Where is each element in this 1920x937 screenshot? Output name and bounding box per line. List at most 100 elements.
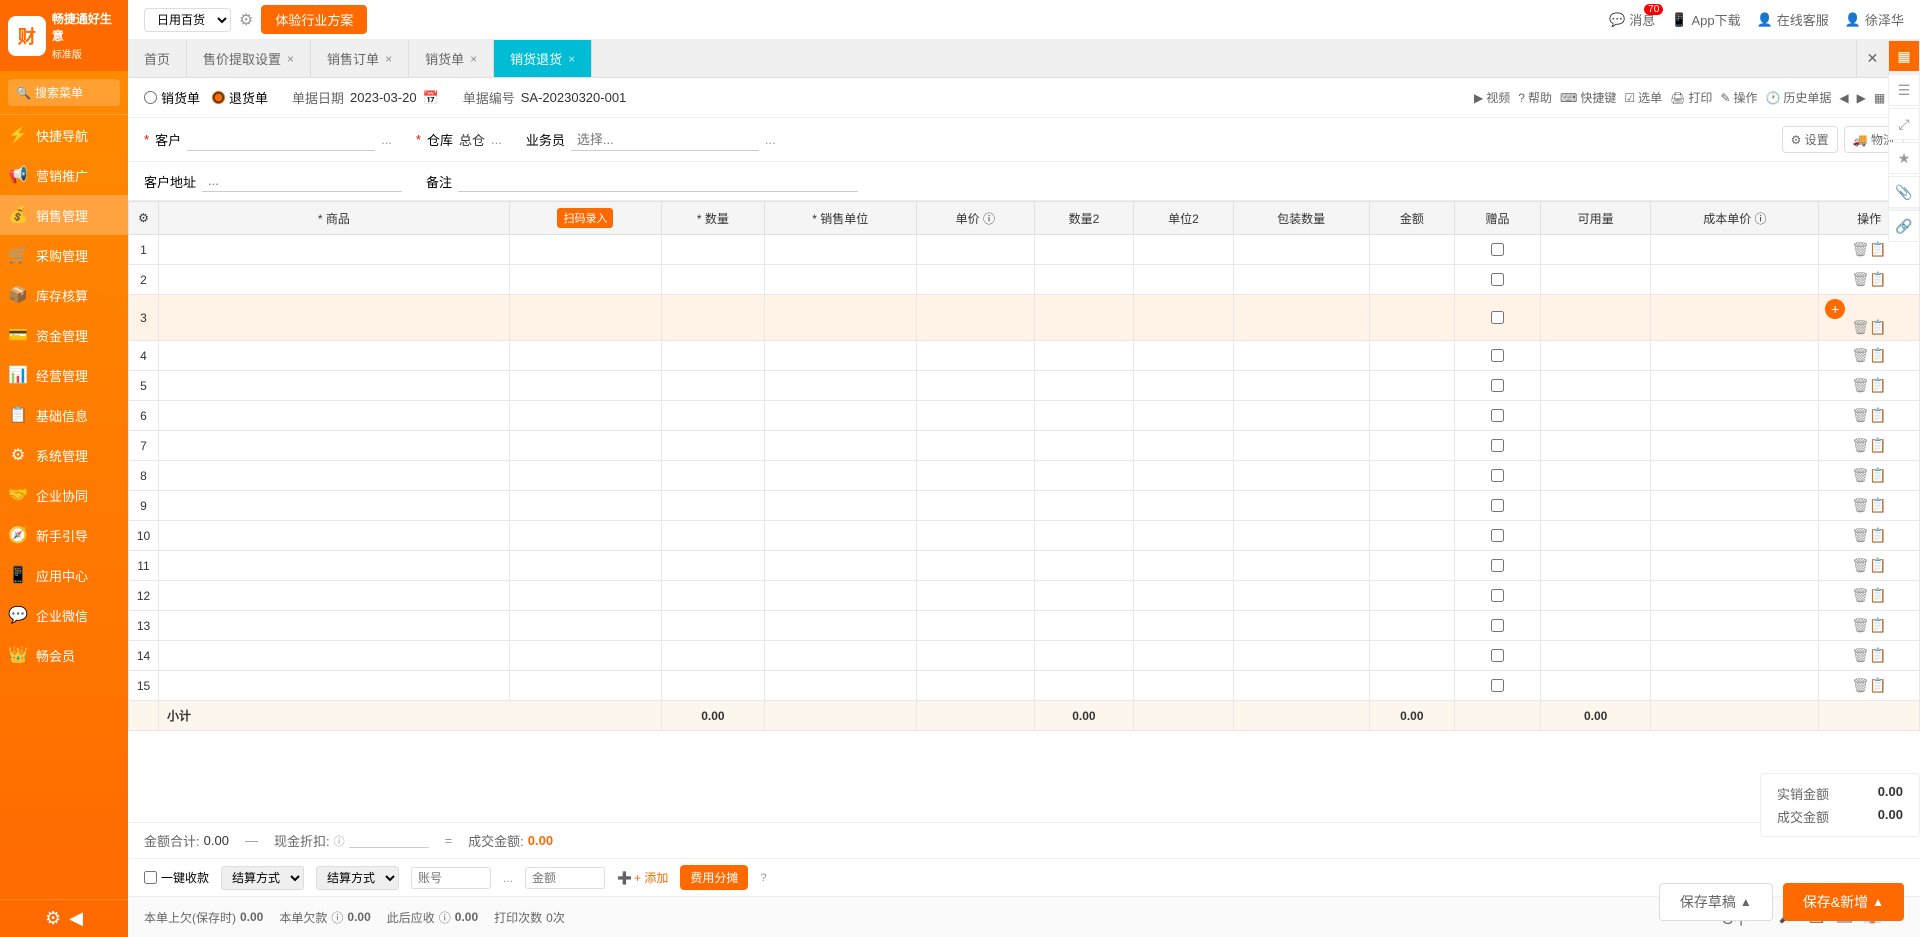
- sidebar-item-marketing[interactable]: 📢营销推广: [0, 155, 128, 195]
- copy-row-btn-10[interactable]: 📋: [1869, 527, 1886, 544]
- qty-cell-7[interactable]: [662, 431, 764, 461]
- unit2-cell-11[interactable]: [1134, 551, 1234, 581]
- unit-cell-4[interactable]: [764, 341, 916, 371]
- header-gear-icon[interactable]: ⚙: [239, 10, 253, 30]
- unit-cell-14[interactable]: [764, 641, 916, 671]
- gift-checkbox-13[interactable]: [1491, 619, 1504, 632]
- copy-row-btn-9[interactable]: 📋: [1869, 497, 1886, 514]
- right-sidebar-table-view[interactable]: ▦: [1888, 40, 1920, 72]
- copy-row-btn-2[interactable]: 📋: [1869, 271, 1886, 288]
- gift-cell-9[interactable]: [1455, 491, 1541, 521]
- copy-row-btn-12[interactable]: 📋: [1869, 587, 1886, 604]
- col-costprice-header[interactable]: 成本单价 ⓘ: [1651, 202, 1819, 235]
- delete-row-btn-6[interactable]: 🗑: [1852, 407, 1870, 424]
- packqty-cell-7[interactable]: [1233, 431, 1369, 461]
- product-cell-13[interactable]: [159, 611, 510, 641]
- shortcut-btn[interactable]: ⌨ 快捷键: [1560, 89, 1616, 106]
- payment-method-select[interactable]: 结算方式: [221, 866, 304, 890]
- sidebar-item-purchase[interactable]: 🛒采购管理: [0, 235, 128, 275]
- packqty-cell-11[interactable]: [1233, 551, 1369, 581]
- account-select-btn[interactable]: ...: [503, 871, 513, 885]
- gift-cell-10[interactable]: [1455, 521, 1541, 551]
- product-input-3[interactable]: [165, 311, 503, 325]
- col-product-header[interactable]: * 商品: [159, 202, 510, 235]
- packqty-cell-1[interactable]: [1233, 235, 1369, 265]
- qty2-cell-10[interactable]: [1034, 521, 1134, 551]
- qty-cell-1[interactable]: [662, 235, 764, 265]
- amount-input[interactable]: [525, 867, 605, 889]
- nav-prev-btn[interactable]: ◀: [1839, 91, 1848, 105]
- unit2-cell-14[interactable]: [1134, 641, 1234, 671]
- price-cell-6[interactable]: [917, 401, 1035, 431]
- delete-row-btn-11[interactable]: 🗑: [1852, 557, 1870, 574]
- calendar-icon[interactable]: 📅: [423, 90, 439, 106]
- unit-cell-6[interactable]: [764, 401, 916, 431]
- amount-cell-5[interactable]: [1369, 371, 1455, 401]
- right-sidebar-link[interactable]: 🔗: [1888, 210, 1920, 242]
- gift-checkbox-1[interactable]: [1491, 243, 1504, 256]
- unit-cell-9[interactable]: [764, 491, 916, 521]
- gift-checkbox-9[interactable]: [1491, 499, 1504, 512]
- delete-row-btn-15[interactable]: 🗑: [1852, 677, 1870, 694]
- copy-row-btn-6[interactable]: 📋: [1869, 407, 1886, 424]
- packqty-cell-2[interactable]: [1233, 265, 1369, 295]
- right-sidebar-star[interactable]: ★: [1888, 142, 1920, 174]
- gift-checkbox-12[interactable]: [1491, 589, 1504, 602]
- amount-cell-7[interactable]: [1369, 431, 1455, 461]
- gift-cell-7[interactable]: [1455, 431, 1541, 461]
- customer-input[interactable]: [187, 129, 375, 151]
- price-cell-15[interactable]: [917, 671, 1035, 701]
- available-cell-14[interactable]: [1540, 641, 1651, 671]
- available-cell-8[interactable]: [1540, 461, 1651, 491]
- qty2-cell-13[interactable]: [1034, 611, 1134, 641]
- copy-row-btn-7[interactable]: 📋: [1869, 437, 1886, 454]
- unit2-cell-10[interactable]: [1134, 521, 1234, 551]
- discount-help-icon[interactable]: ⓘ: [334, 833, 345, 849]
- tab-sales-order[interactable]: 销售订单×: [311, 40, 409, 77]
- packqty-cell-6[interactable]: [1233, 401, 1369, 431]
- costprice-cell-7[interactable]: [1651, 431, 1819, 461]
- costprice-cell-10[interactable]: [1651, 521, 1819, 551]
- delete-row-btn-13[interactable]: 🗑: [1852, 617, 1870, 634]
- account-input[interactable]: [411, 867, 491, 889]
- copy-row-btn-14[interactable]: 📋: [1869, 647, 1886, 664]
- unit2-cell-9[interactable]: [1134, 491, 1234, 521]
- qty-cell-5[interactable]: [662, 371, 764, 401]
- settings-side-btn[interactable]: ⚙ 设置: [1782, 126, 1838, 153]
- product-cell-15[interactable]: [159, 671, 510, 701]
- delete-row-btn-14[interactable]: 🗑: [1852, 647, 1870, 664]
- add-fee-button[interactable]: ➕ + 添加: [617, 869, 668, 886]
- packqty-cell-10[interactable]: [1233, 521, 1369, 551]
- amount-cell-1[interactable]: [1369, 235, 1455, 265]
- product-cell-12[interactable]: [159, 581, 510, 611]
- sidebar-item-system[interactable]: ⚙系统管理: [0, 435, 128, 475]
- delete-row-btn-10[interactable]: 🗑: [1852, 527, 1870, 544]
- price-cell-1[interactable]: [917, 235, 1035, 265]
- copy-row-btn-5[interactable]: 📋: [1869, 377, 1886, 394]
- qty-cell-14[interactable]: [662, 641, 764, 671]
- operate-btn[interactable]: ✎ 操作: [1720, 89, 1757, 106]
- gift-cell-12[interactable]: [1455, 581, 1541, 611]
- gift-cell-6[interactable]: [1455, 401, 1541, 431]
- one-click-payment-checkbox[interactable]: 一键收款: [144, 869, 209, 886]
- price-cell-9[interactable]: [917, 491, 1035, 521]
- price-cell-4[interactable]: [917, 341, 1035, 371]
- price-cell-7[interactable]: [917, 431, 1035, 461]
- amount-cell-4[interactable]: [1369, 341, 1455, 371]
- sidebar-item-apps[interactable]: 📱应用中心: [0, 555, 128, 595]
- sidebar-settings-button[interactable]: ⚙: [45, 908, 61, 929]
- product-cell-5[interactable]: [159, 371, 510, 401]
- discount-input[interactable]: [349, 833, 429, 848]
- search-menu-button[interactable]: 🔍 搜索菜单: [8, 79, 120, 106]
- right-sidebar-form-view[interactable]: ☰: [1888, 74, 1920, 106]
- col-qty-header[interactable]: * 数量: [662, 202, 764, 235]
- sidebar-item-wechat[interactable]: 💬企业微信: [0, 595, 128, 635]
- col-packqty-header[interactable]: 包装数量: [1233, 202, 1369, 235]
- qty2-cell-5[interactable]: [1034, 371, 1134, 401]
- amount-cell-10[interactable]: [1369, 521, 1455, 551]
- industry-dropdown[interactable]: 日用百货: [144, 8, 231, 32]
- product-cell-2[interactable]: [159, 265, 510, 295]
- address-input[interactable]: [202, 170, 402, 192]
- unit2-cell-5[interactable]: [1134, 371, 1234, 401]
- video-btn[interactable]: ▶ 视频: [1474, 89, 1510, 106]
